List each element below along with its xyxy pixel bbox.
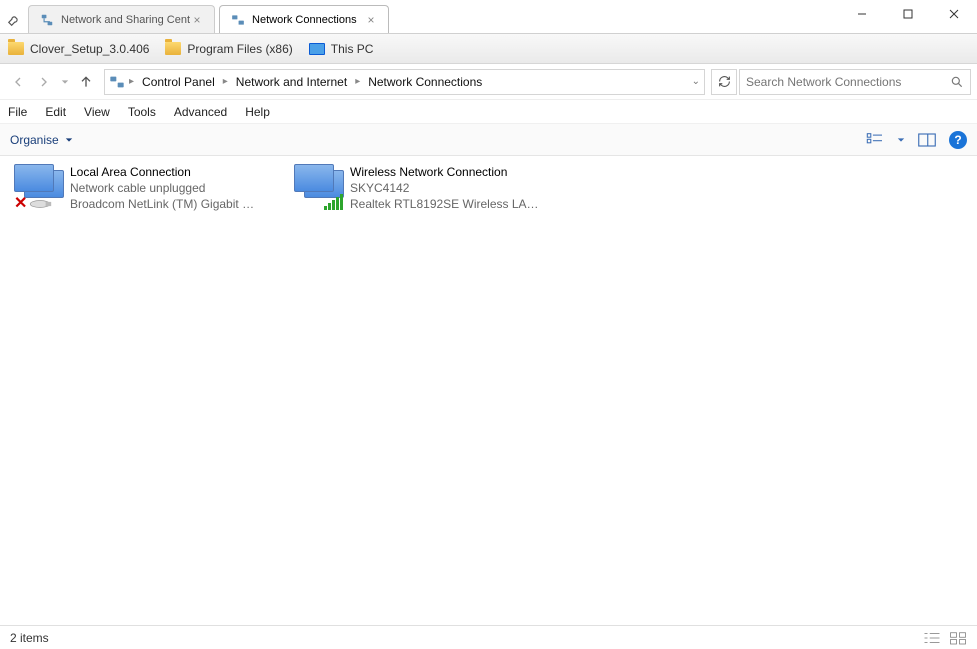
crumb-network-internet[interactable]: Network and Internet (232, 73, 351, 91)
large-icons-view-icon[interactable] (949, 631, 967, 645)
search-box[interactable] (739, 69, 971, 95)
connection-status: SKYC4142 (350, 180, 540, 196)
chevron-right-icon[interactable]: ▸ (129, 76, 134, 87)
view-options-button[interactable] (865, 130, 885, 150)
tab-label: Network and Sharing Cent (61, 14, 190, 26)
status-bar: 2 items (0, 625, 977, 649)
network-connections-icon (230, 12, 246, 28)
menu-bar: File Edit View Tools Advanced Help (0, 100, 977, 124)
tab-close-icon[interactable]: × (190, 13, 204, 27)
wireless-network-icon (294, 164, 342, 212)
wrench-icon[interactable] (0, 0, 28, 33)
bookmark-label: Program Files (x86) (187, 42, 292, 56)
search-icon[interactable] (950, 75, 964, 89)
wired-network-icon: ✕ (14, 164, 62, 212)
window-buttons (839, 0, 977, 33)
preview-pane-button[interactable] (917, 130, 937, 150)
network-sharing-icon (39, 12, 55, 28)
refresh-button[interactable] (711, 69, 737, 95)
menu-file[interactable]: File (8, 105, 27, 119)
help-button[interactable]: ? (949, 131, 967, 149)
menu-tools[interactable]: Tools (128, 105, 156, 119)
connection-status: Network cable unplugged (70, 180, 260, 196)
tab-network-sharing[interactable]: Network and Sharing Cent × (28, 5, 215, 33)
up-button[interactable] (74, 70, 98, 94)
command-bar: Organise ? (0, 124, 977, 156)
item-count: 2 items (10, 631, 49, 645)
minimize-button[interactable] (839, 0, 885, 28)
back-button[interactable] (6, 70, 30, 94)
crumb-network-connections[interactable]: Network Connections (364, 73, 486, 91)
menu-advanced[interactable]: Advanced (174, 105, 227, 119)
connection-device: Realtek RTL8192SE Wireless LAN 8... (350, 196, 540, 212)
tab-network-connections[interactable]: Network Connections × (219, 5, 389, 33)
tab-close-icon[interactable]: × (364, 13, 378, 27)
plug-icon (26, 198, 54, 210)
tab-label: Network Connections (252, 14, 364, 26)
menu-help[interactable]: Help (245, 105, 270, 119)
connection-name: Local Area Connection (70, 164, 260, 180)
details-view-icon[interactable] (923, 631, 941, 645)
titlebar: Network and Sharing Cent × Network Conne… (0, 0, 977, 34)
forward-button[interactable] (32, 70, 56, 94)
pc-icon (309, 43, 325, 55)
folder-icon (8, 42, 24, 55)
close-button[interactable] (931, 0, 977, 28)
organise-label: Organise (10, 133, 59, 147)
bookmark-item[interactable]: Program Files (x86) (165, 42, 292, 56)
bookmark-item[interactable]: This PC (309, 42, 374, 56)
disconnected-icon: ✕ (14, 196, 30, 212)
chevron-down-icon[interactable]: ⌄ (692, 76, 700, 87)
bookmark-item[interactable]: Clover_Setup_3.0.406 (8, 42, 149, 56)
tab-strip: Network and Sharing Cent × Network Conne… (28, 0, 839, 33)
address-bar: ▸ Control Panel ▸ Network and Internet ▸… (0, 64, 977, 100)
connection-local-area[interactable]: ✕ Local Area Connection Network cable un… (14, 164, 264, 212)
maximize-button[interactable] (885, 0, 931, 28)
menu-view[interactable]: View (84, 105, 110, 119)
folder-icon (165, 42, 181, 55)
chevron-down-icon[interactable] (897, 136, 905, 144)
bookmark-label: Clover_Setup_3.0.406 (30, 42, 149, 56)
search-input[interactable] (746, 75, 950, 89)
content-area[interactable]: ✕ Local Area Connection Network cable un… (0, 156, 977, 625)
chevron-down-icon (65, 136, 73, 144)
recent-locations-dropdown[interactable] (58, 70, 72, 94)
organise-dropdown[interactable]: Organise (10, 133, 73, 147)
location-icon (109, 74, 125, 90)
crumb-control-panel[interactable]: Control Panel (138, 73, 219, 91)
bookmarks-bar: Clover_Setup_3.0.406 Program Files (x86)… (0, 34, 977, 64)
chevron-right-icon[interactable]: ▸ (355, 76, 360, 87)
connection-name: Wireless Network Connection (350, 164, 540, 180)
menu-edit[interactable]: Edit (45, 105, 66, 119)
connection-wireless[interactable]: Wireless Network Connection SKYC4142 Rea… (294, 164, 544, 212)
chevron-right-icon[interactable]: ▸ (223, 76, 228, 87)
bookmark-label: This PC (331, 42, 374, 56)
breadcrumb[interactable]: ▸ Control Panel ▸ Network and Internet ▸… (104, 69, 705, 95)
connection-device: Broadcom NetLink (TM) Gigabit E... (70, 196, 260, 212)
signal-icon (324, 194, 343, 210)
